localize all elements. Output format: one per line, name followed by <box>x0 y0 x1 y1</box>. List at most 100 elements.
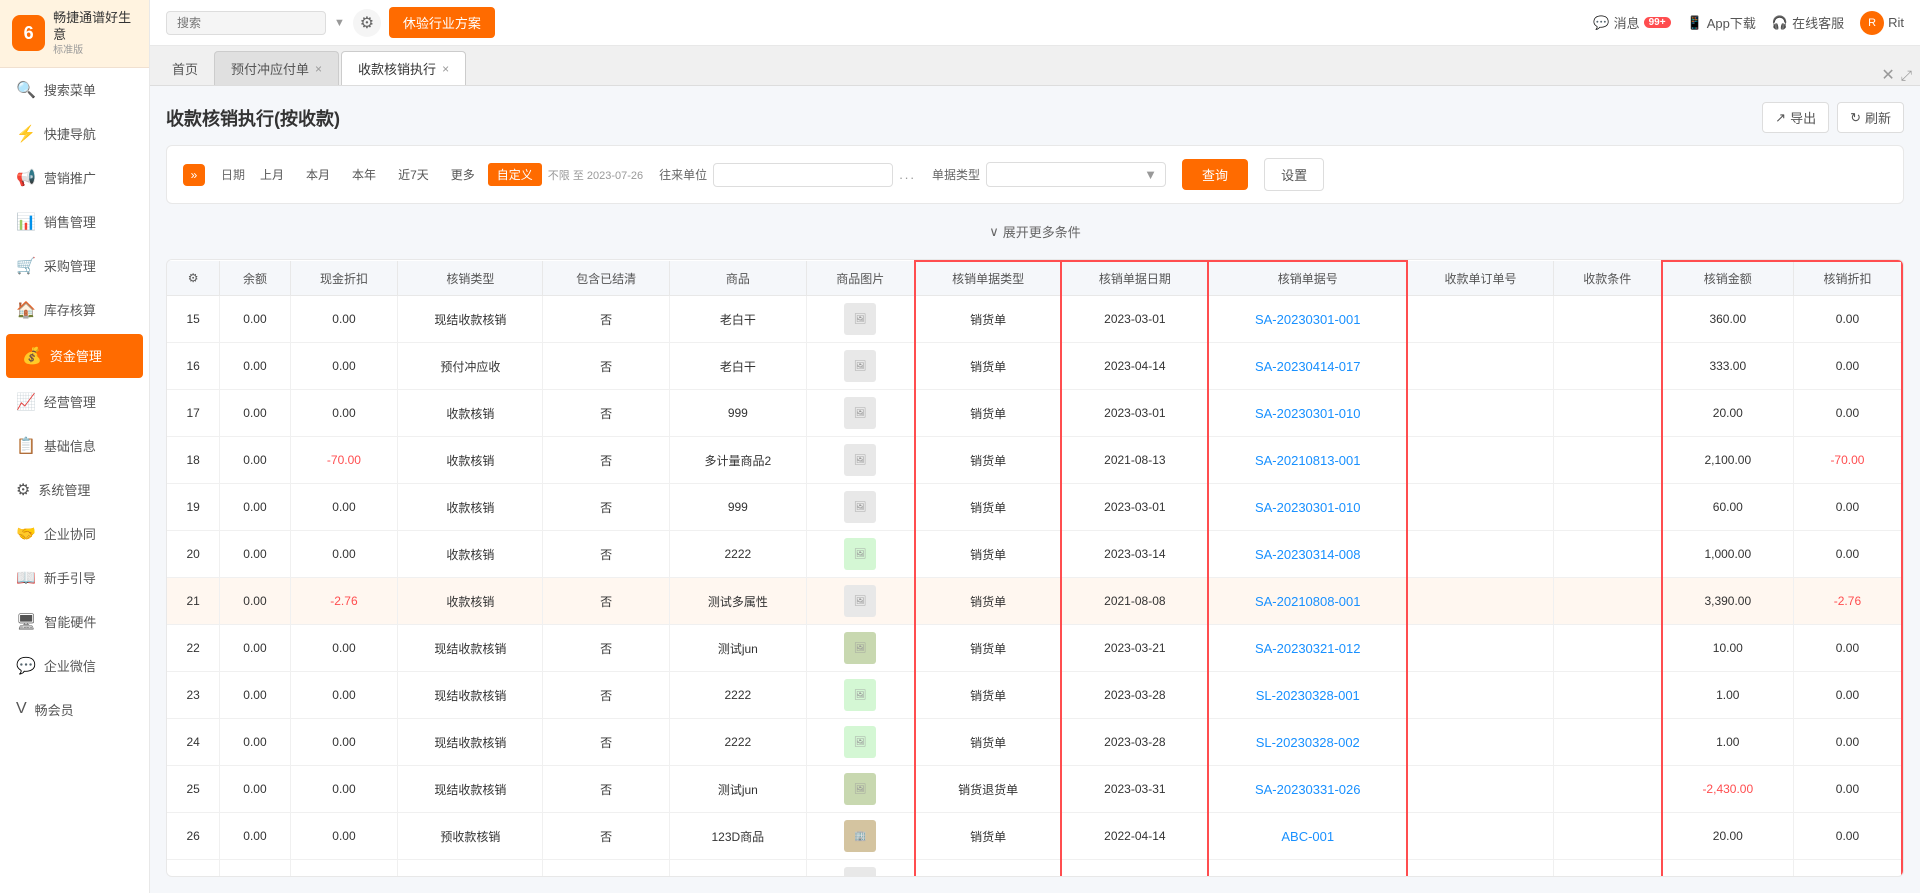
doc-no-link[interactable]: SL-20230408-001 <box>1256 876 1360 878</box>
sidebar-icon: 📈 <box>16 392 36 412</box>
from-unit-input[interactable] <box>713 163 893 187</box>
online-service-action[interactable]: 🎧 在线客服 <box>1772 13 1844 32</box>
sidebar-item-新手引导[interactable]: 📖新手引导 <box>0 556 149 600</box>
header-search-input[interactable] <box>166 11 326 35</box>
chevron-down-icon: ∨ <box>989 224 999 240</box>
doc-no-link[interactable]: SA-20230301-010 <box>1255 500 1361 515</box>
data-table: ⚙ 余额 现金折扣 核销类型 包含已结清 商品 商品图片 核销单据类型 核销单据… <box>167 260 1903 877</box>
sidebar-item-快捷导航[interactable]: ⚡快捷导航 <box>0 112 149 156</box>
cell-balance: 0.00 <box>220 672 290 719</box>
sidebar-item-企业微信[interactable]: 💬企业微信 <box>0 644 149 688</box>
cell-receipt-condition <box>1553 578 1661 625</box>
sidebar-item-采购管理[interactable]: 🛒采购管理 <box>0 244 149 288</box>
date-more[interactable]: 更多 <box>442 163 484 186</box>
sidebar-item-资金管理[interactable]: 💰资金管理 <box>6 334 143 378</box>
export-button[interactable]: ↗ 导出 <box>1762 102 1829 133</box>
doc-no-link[interactable]: SA-20230414-017 <box>1255 359 1361 374</box>
close-icon[interactable]: ✕ <box>1881 65 1894 85</box>
date-this-year[interactable]: 本年 <box>343 163 385 186</box>
cell-verify-amount: 100.00 <box>1662 860 1794 878</box>
cell-verify-amount: 1.00 <box>1662 719 1794 766</box>
col-settings[interactable]: ⚙ <box>167 261 220 296</box>
cell-verify-discount: 0.00 <box>1793 766 1902 813</box>
cell-goods-img: 🖼 <box>806 672 914 719</box>
query-button[interactable]: 查询 <box>1182 159 1248 190</box>
cell-goods-img: 🖼 <box>806 343 914 390</box>
doc-no-link[interactable]: SA-20230301-010 <box>1255 406 1361 421</box>
table-row: 26 0.00 0.00 预收款核销 否 123D商品 🏢 销货单 2022-0… <box>167 813 1902 860</box>
cell-verify-type: 现结收款核销 <box>398 860 543 878</box>
cell-doc-type: 销货单 <box>915 296 1062 343</box>
expand-more-conditions[interactable]: ∨ 展开更多条件 <box>166 216 1904 247</box>
doc-no-link[interactable]: SA-20210813-001 <box>1255 453 1361 468</box>
refresh-button[interactable]: ↻ 刷新 <box>1837 102 1904 133</box>
filter-expand-button[interactable]: » <box>183 164 205 186</box>
doc-no-link[interactable]: SA-20210808-001 <box>1255 594 1361 609</box>
cell-receipt-order <box>1407 484 1553 531</box>
cell-balance: 0.00 <box>220 813 290 860</box>
goods-thumb: 🖼 <box>844 773 876 805</box>
sidebar-item-搜索菜单[interactable]: 🔍搜索菜单 <box>0 68 149 112</box>
doc-no-link[interactable]: SL-20230328-002 <box>1256 735 1360 750</box>
sidebar-item-经营管理[interactable]: 📈经营管理 <box>0 380 149 424</box>
cell-included: 否 <box>543 484 669 531</box>
tab2-close-icon[interactable]: × <box>442 62 449 76</box>
col-verify-amount: 核销金额 <box>1662 261 1794 296</box>
date-7-days[interactable]: 近7天 <box>389 163 438 186</box>
doc-no-link[interactable]: SA-20230321-012 <box>1255 641 1361 656</box>
app-download-action[interactable]: 📱 App下载 <box>1687 13 1756 32</box>
cell-doc-no: SA-20230301-010 <box>1208 484 1407 531</box>
single-type-select[interactable]: ▼ <box>986 162 1166 187</box>
table-row: 15 0.00 0.00 现结收款核销 否 老白干 🖼 销货单 2023-03-… <box>167 296 1902 343</box>
table-row: 20 0.00 0.00 收款核销 否 2222 🖼 销货单 2023-03-1… <box>167 531 1902 578</box>
sidebar-item-营销推广[interactable]: 📢营销推广 <box>0 156 149 200</box>
doc-no-link[interactable]: SA-20230331-026 <box>1255 782 1361 797</box>
table-row: 24 0.00 0.00 现结收款核销 否 2222 🖼 销货单 2023-03… <box>167 719 1902 766</box>
cell-receipt-condition <box>1553 343 1661 390</box>
cell-verify-discount: 0.00 <box>1793 390 1902 437</box>
industry-solution-button[interactable]: 休验行业方案 <box>389 7 495 38</box>
tab-home[interactable]: 首页 <box>158 52 212 85</box>
doc-no-link[interactable]: ABC-001 <box>1281 829 1334 844</box>
page-content: 收款核销执行(按收款) ↗ 导出 ↻ 刷新 » 日期 上月 本月 本 <box>150 86 1920 893</box>
cell-balance: 0.00 <box>220 484 290 531</box>
cell-receipt-condition <box>1553 390 1661 437</box>
message-action[interactable]: 💬 消息 99+ <box>1593 13 1670 32</box>
sidebar-item-销售管理[interactable]: 📊销售管理 <box>0 200 149 244</box>
doc-no-link[interactable]: SA-20230301-001 <box>1255 312 1361 327</box>
table-row: 22 0.00 0.00 现结收款核销 否 测试jun 🖼 销货单 2023-0… <box>167 625 1902 672</box>
app-logo-icon: 6 <box>12 15 45 51</box>
sidebar-item-基础信息[interactable]: 📋基础信息 <box>0 424 149 468</box>
cell-verify-discount: 0.00 <box>1793 625 1902 672</box>
cell-doc-no: SA-20210813-001 <box>1208 437 1407 484</box>
maximize-icon[interactable]: ⤢ <box>1901 67 1912 84</box>
cell-included: 否 <box>543 813 669 860</box>
cell-receipt-condition <box>1553 296 1661 343</box>
main-area: ▼ ⚙ 休验行业方案 💬 消息 99+ 📱 App下载 🎧 在线客服 R Rit <box>150 0 1920 893</box>
date-this-month[interactable]: 本月 <box>297 163 339 186</box>
date-filter-group: 日期 上月 本月 本年 近7天 更多 自定义 不限 至 2023-07-26 <box>221 163 643 186</box>
cell-id: 20 <box>167 531 220 578</box>
sidebar-item-企业协同[interactable]: 🤝企业协同 <box>0 512 149 556</box>
cell-doc-date: 2021-08-08 <box>1061 578 1208 625</box>
date-custom[interactable]: 自定义 <box>488 163 542 186</box>
tab-receipts[interactable]: 收款核销执行 × <box>341 51 466 85</box>
tab-prepaid[interactable]: 预付冲应付单 × <box>214 51 339 85</box>
date-last-month[interactable]: 上月 <box>251 163 293 186</box>
filter-settings-button[interactable]: 设置 <box>1264 158 1324 191</box>
sidebar-item-库存核算[interactable]: 🏠库存核算 <box>0 288 149 332</box>
sidebar-icon: 🖥 <box>16 612 36 632</box>
user-action[interactable]: R Rit <box>1860 11 1904 35</box>
export-icon: ↗ <box>1775 110 1786 126</box>
sidebar-item-系统管理[interactable]: ⚙系统管理 <box>0 468 149 512</box>
doc-no-link[interactable]: SA-20230314-008 <box>1255 547 1361 562</box>
cell-included: 否 <box>543 672 669 719</box>
sidebar-item-智能硬件[interactable]: 🖥智能硬件 <box>0 600 149 644</box>
settings-icon[interactable]: ⚙ <box>353 9 381 37</box>
cell-receipt-order <box>1407 390 1553 437</box>
cell-goods-img: 🖼 <box>806 484 914 531</box>
doc-no-link[interactable]: SL-20230328-001 <box>1256 688 1360 703</box>
tab1-close-icon[interactable]: × <box>315 62 322 76</box>
sidebar-item-畅会员[interactable]: V畅会员 <box>0 688 149 731</box>
cell-verify-discount: 0.00 <box>1793 719 1902 766</box>
